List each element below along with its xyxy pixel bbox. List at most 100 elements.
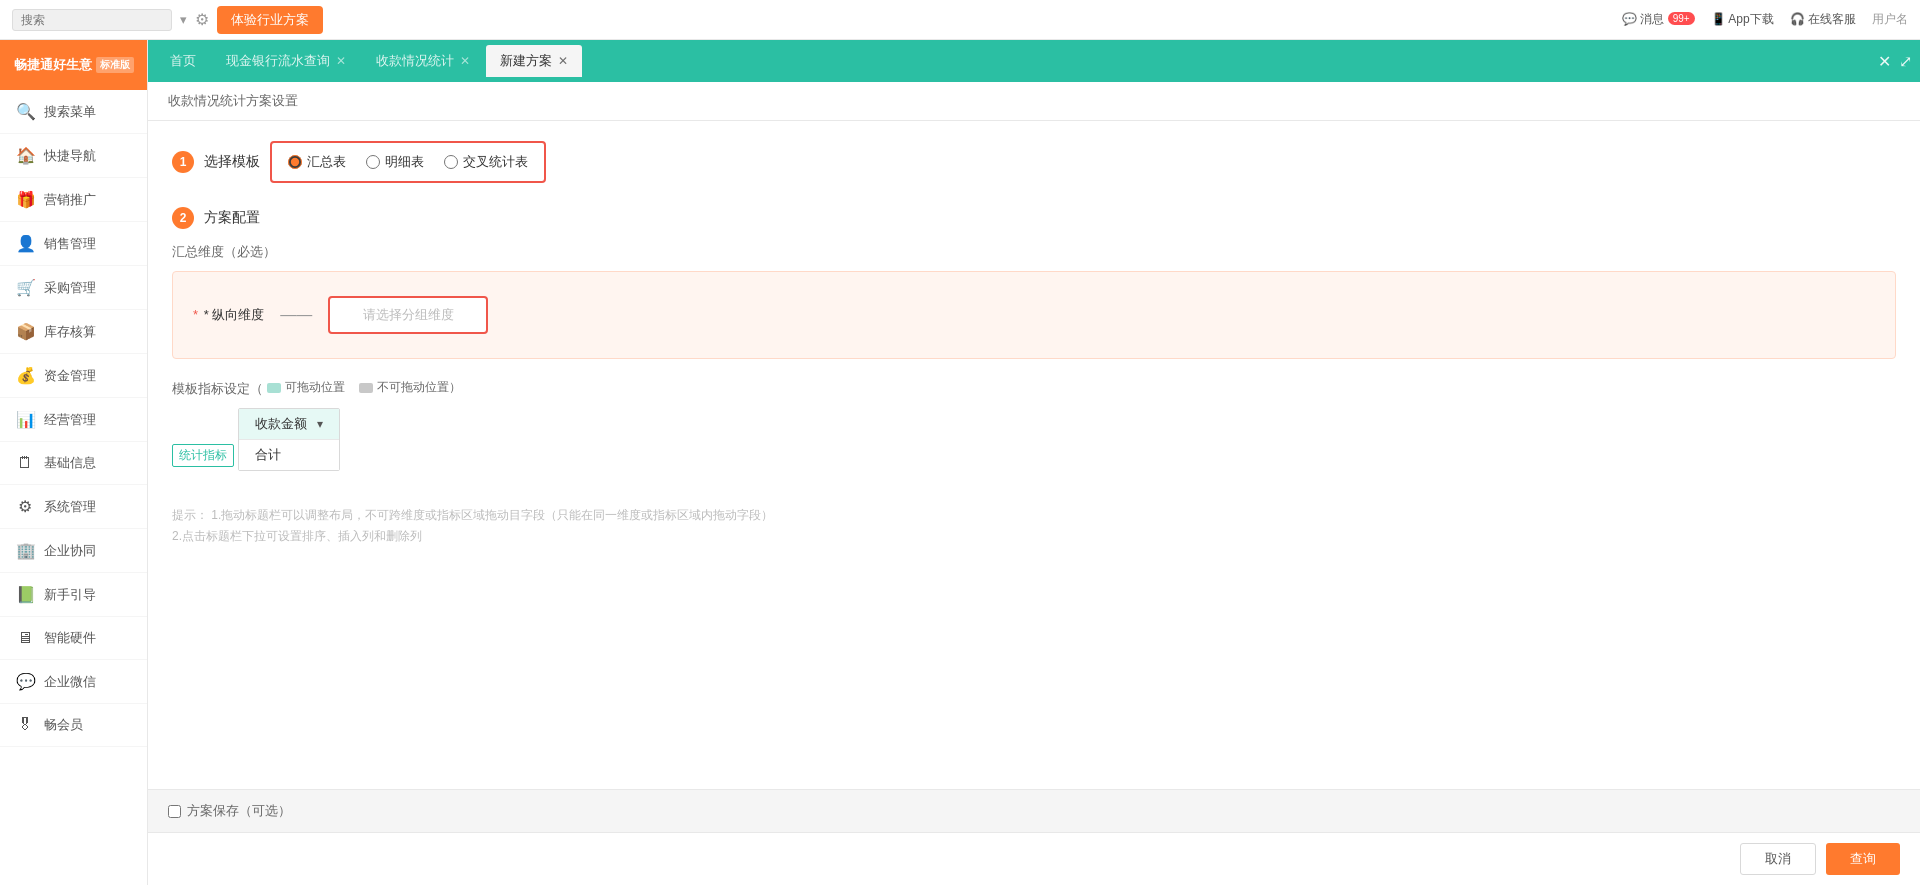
- indicator-header: 模板指标设定（ 可拖动位置 不可拖动位置）: [172, 379, 1896, 398]
- non-movable-label: 不可拖动位置）: [377, 379, 461, 396]
- label-detail: 明细表: [385, 153, 424, 171]
- sidebar-label-member: 畅会员: [44, 716, 83, 734]
- save-label: 方案保存（可选）: [187, 802, 291, 820]
- sidebar-item-search-menu[interactable]: 🔍搜索菜单: [0, 90, 147, 134]
- sidebar-item-corp[interactable]: 🏢企业协同: [0, 529, 147, 573]
- tab-close-collection-stats[interactable]: ✕: [460, 54, 470, 68]
- dropdown-chevron-icon[interactable]: ▾: [317, 417, 323, 431]
- top-bar: ▾ ⚙ 体验行业方案 💬 消息 99+ 📱 App下载 🎧 在线客服 用户名: [0, 0, 1920, 40]
- bottom-bar: 取消 查询: [148, 832, 1920, 885]
- tab-bar-right: ✕ ⤢: [1878, 52, 1912, 71]
- label-summary: 汇总表: [307, 153, 346, 171]
- step2-section: 2 方案配置 汇总维度（必选） * * 纵向维度 ——: [172, 207, 1896, 558]
- close-window-icon[interactable]: ✕: [1878, 52, 1891, 71]
- message-icon[interactable]: 💬 消息 99+: [1622, 11, 1695, 28]
- tab-label-bank-flow: 现金银行流水查询: [226, 52, 330, 70]
- sidebar: 畅捷通好生意 标准版 🔍搜索菜单🏠快捷导航 🎁 营销推广 👤销售管理🛒采购管理📦库存核…: [0, 40, 148, 885]
- grouping-dimension-select[interactable]: 请选择分组维度: [328, 296, 488, 334]
- sidebar-item-hardware[interactable]: 🖥 智能硬件: [0, 617, 147, 660]
- step1-section: 1 选择模板 汇总表 明细表: [172, 141, 1896, 183]
- tips-line1: 提示： 1.拖动标题栏可以调整布局，不可跨维度或指标区域拖动目字段（只能在同一维…: [172, 505, 1896, 527]
- tab-collection-stats[interactable]: 收款情况统计 ✕: [362, 45, 484, 77]
- sidebar-logo: 畅捷通好生意 标准版: [0, 40, 147, 90]
- sidebar-item-wechat[interactable]: 💬 企业微信: [0, 660, 147, 704]
- indicator-table: 收款金额 ▾ 合计: [238, 408, 340, 471]
- option-summary[interactable]: 汇总表: [288, 153, 346, 171]
- sidebar-label-guide: 新手引导: [44, 586, 96, 604]
- amount-header: 收款金额: [255, 415, 307, 433]
- base-info-icon: 🗒: [16, 454, 34, 472]
- sidebar-item-purchase[interactable]: 🛒采购管理: [0, 266, 147, 310]
- tab-close-bank-flow[interactable]: ✕: [336, 54, 346, 68]
- sidebar-item-inventory[interactable]: 📦库存核算: [0, 310, 147, 354]
- tab-close-new-plan[interactable]: ✕: [558, 54, 568, 68]
- cancel-button[interactable]: 取消: [1740, 843, 1816, 875]
- quick-nav-icon: 🏠: [16, 146, 34, 165]
- step2-header: 2 方案配置: [172, 207, 1896, 229]
- settings-icon[interactable]: ⚙: [195, 10, 209, 29]
- download-link[interactable]: 📱 App下载: [1711, 11, 1774, 28]
- query-button[interactable]: 查询: [1826, 843, 1900, 875]
- save-checkbox[interactable]: [168, 805, 181, 818]
- non-movable-indicator-box: [359, 383, 373, 393]
- inventory-icon: 📦: [16, 322, 34, 341]
- movable-tag: 可拖动位置: [267, 379, 345, 396]
- industry-button[interactable]: 体验行业方案: [217, 6, 323, 34]
- wechat-icon: 💬: [16, 672, 34, 691]
- save-section: 方案保存（可选）: [148, 789, 1920, 832]
- service-link[interactable]: 🎧 在线客服: [1790, 11, 1856, 28]
- tab-new-plan[interactable]: 新建方案 ✕: [486, 45, 582, 77]
- user-info[interactable]: 用户名: [1872, 11, 1908, 28]
- sidebar-label-hardware: 智能硬件: [44, 629, 96, 647]
- operations-icon: 📊: [16, 410, 34, 429]
- indicator-header-row[interactable]: 收款金额 ▾: [239, 409, 339, 439]
- main-area: 首页现金银行流水查询 ✕收款情况统计 ✕新建方案 ✕ ✕ ⤢ 收款情况统计方案设…: [148, 40, 1920, 885]
- radio-crosstab[interactable]: [444, 155, 458, 169]
- tab-bank-flow[interactable]: 现金银行流水查询 ✕: [212, 45, 360, 77]
- page-content: 收款情况统计方案设置 1 选择模板 汇总表: [148, 82, 1920, 832]
- tab-label-home: 首页: [170, 52, 196, 70]
- radio-detail[interactable]: [366, 155, 380, 169]
- row-label-text: * 纵向维度: [204, 307, 265, 322]
- non-movable-tag: 不可拖动位置）: [359, 379, 461, 396]
- sidebar-item-finance[interactable]: 💰资金管理: [0, 354, 147, 398]
- guide-icon: 📗: [16, 585, 34, 604]
- top-bar-right: 💬 消息 99+ 📱 App下载 🎧 在线客服 用户名: [1622, 11, 1908, 28]
- sidebar-item-base-info[interactable]: 🗒基础信息: [0, 442, 147, 485]
- radio-summary[interactable]: [288, 155, 302, 169]
- page-breadcrumb: 收款情况统计方案设置: [148, 82, 1920, 121]
- sidebar-label-marketing: 营销推广: [44, 191, 96, 209]
- maximize-icon[interactable]: ⤢: [1899, 52, 1912, 71]
- sidebar-label-finance: 资金管理: [44, 367, 96, 385]
- sidebar-label-corp: 企业协同: [44, 542, 96, 560]
- tab-home[interactable]: 首页: [156, 45, 210, 77]
- option-crosstab[interactable]: 交叉统计表: [444, 153, 528, 171]
- marketing-icon: 🎁: [16, 190, 34, 209]
- search-input[interactable]: [12, 9, 172, 31]
- sidebar-item-guide[interactable]: 📗 新手引导: [0, 573, 147, 617]
- label-crosstab: 交叉统计表: [463, 153, 528, 171]
- sidebar-item-sales[interactable]: 👤销售管理: [0, 222, 147, 266]
- top-bar-left: ▾ ⚙ 体验行业方案: [12, 6, 323, 34]
- system-icon: ⚙: [16, 497, 34, 516]
- form-area: 1 选择模板 汇总表 明细表: [148, 121, 1920, 789]
- sidebar-item-system[interactable]: ⚙系统管理: [0, 485, 147, 529]
- indicator-label-text: 模板指标设定（: [172, 381, 263, 396]
- template-options-box: 汇总表 明细表 交叉统计表: [270, 141, 546, 183]
- breadcrumb-text: 收款情况统计方案设置: [168, 93, 298, 108]
- sidebar-item-member[interactable]: 🎖畅会员: [0, 704, 147, 747]
- sidebar-label-purchase: 采购管理: [44, 279, 96, 297]
- sidebar-label-wechat: 企业微信: [44, 673, 96, 691]
- sidebar-item-quick-nav[interactable]: 🏠快捷导航: [0, 134, 147, 178]
- step2-number: 2: [172, 207, 194, 229]
- dropdown-icon[interactable]: ▾: [180, 12, 187, 27]
- sales-icon: 👤: [16, 234, 34, 253]
- hardware-icon: 🖥: [16, 629, 34, 647]
- option-detail[interactable]: 明细表: [366, 153, 424, 171]
- dimension-row: * * 纵向维度 —— 请选择分组维度: [193, 296, 1875, 334]
- arrow-icon: ——: [280, 306, 312, 324]
- indicator-setting-label: 模板指标设定（ 可拖动位置 不可拖动位置）: [172, 379, 461, 398]
- stats-tag-label: 统计指标: [172, 444, 234, 467]
- sidebar-item-marketing[interactable]: 🎁 营销推广: [0, 178, 147, 222]
- sidebar-item-operations[interactable]: 📊经营管理: [0, 398, 147, 442]
